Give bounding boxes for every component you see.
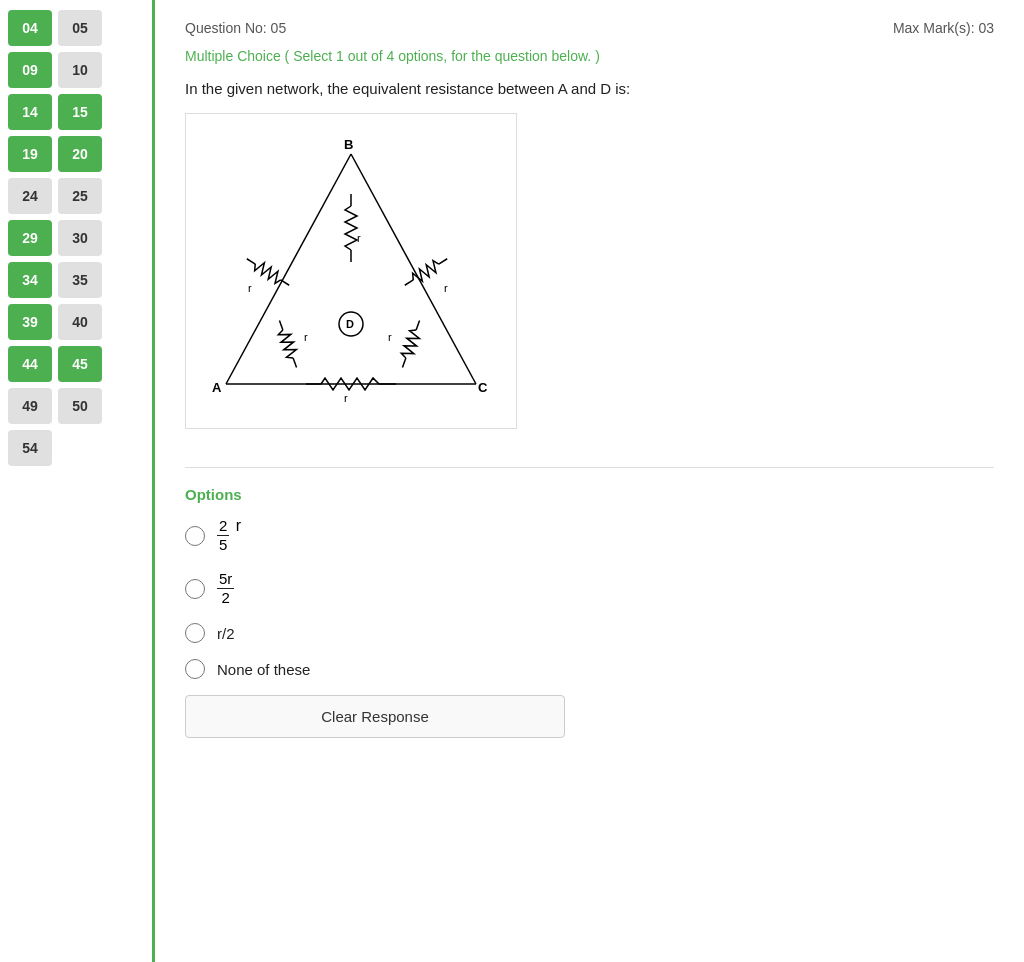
- sidebar-row: 44 45: [8, 346, 144, 382]
- svg-line-3: [247, 259, 255, 264]
- sidebar-item-44[interactable]: 44: [8, 346, 52, 382]
- question-number: Question No: 05: [185, 20, 286, 36]
- question-text: In the given network, the equivalent res…: [185, 80, 994, 97]
- option-3-label: r/2: [217, 625, 235, 642]
- sidebar-item-35[interactable]: 35: [58, 262, 102, 298]
- svg-line-15: [416, 321, 419, 330]
- sidebar-item-10[interactable]: 10: [58, 52, 102, 88]
- sidebar-item-05[interactable]: 05: [58, 10, 102, 46]
- sidebar: 04 05 09 10 14 15 19 20 24 25 29 30 34 3…: [0, 0, 155, 962]
- sidebar-item-40[interactable]: 40: [58, 304, 102, 340]
- option-2[interactable]: 5r 2: [185, 570, 994, 607]
- svg-line-13: [293, 358, 296, 367]
- sidebar-row: 04 05: [8, 10, 144, 46]
- sidebar-item-09[interactable]: 09: [8, 52, 52, 88]
- svg-text:A: A: [212, 380, 222, 395]
- option-3-radio[interactable]: [185, 623, 205, 643]
- svg-text:r: r: [304, 331, 308, 343]
- sidebar-item-34[interactable]: 34: [8, 262, 52, 298]
- sidebar-row: 24 25: [8, 178, 144, 214]
- sidebar-item-45[interactable]: 45: [58, 346, 102, 382]
- option-4[interactable]: None of these: [185, 659, 994, 679]
- svg-text:r: r: [388, 331, 392, 343]
- fraction-5r-2: 5r 2: [217, 570, 234, 607]
- sidebar-item-39[interactable]: 39: [8, 304, 52, 340]
- sidebar-item-50[interactable]: 50: [58, 388, 102, 424]
- svg-text:B: B: [344, 137, 353, 152]
- svg-text:C: C: [478, 380, 488, 395]
- sidebar-row: 54: [8, 430, 144, 466]
- option-4-radio[interactable]: [185, 659, 205, 679]
- svg-line-6: [439, 259, 447, 264]
- svg-text:r: r: [248, 282, 252, 294]
- sidebar-item-54[interactable]: 54: [8, 430, 52, 466]
- section-divider: [185, 467, 994, 468]
- svg-line-7: [405, 280, 413, 285]
- svg-line-16: [402, 358, 405, 367]
- option-3[interactable]: r/2: [185, 623, 994, 643]
- sidebar-item-30[interactable]: 30: [58, 220, 102, 256]
- svg-line-12: [279, 321, 282, 330]
- sidebar-item-19[interactable]: 19: [8, 136, 52, 172]
- max-marks: Max Mark(s): 03: [893, 20, 994, 36]
- question-type-label: Multiple Choice ( Select 1 out of 4 opti…: [185, 48, 994, 64]
- option-1-radio[interactable]: [185, 526, 205, 546]
- sidebar-item-29[interactable]: 29: [8, 220, 52, 256]
- sidebar-item-15[interactable]: 15: [58, 94, 102, 130]
- svg-line-1: [351, 154, 476, 384]
- svg-text:r: r: [357, 232, 361, 244]
- sidebar-item-49[interactable]: 49: [8, 388, 52, 424]
- sidebar-row: 09 10: [8, 52, 144, 88]
- sidebar-item-14[interactable]: 14: [8, 94, 52, 130]
- question-header: Question No: 05 Max Mark(s): 03: [185, 20, 994, 36]
- sidebar-item-20[interactable]: 20: [58, 136, 102, 172]
- sidebar-row: 19 20: [8, 136, 144, 172]
- circuit-diagram: r r r r: [185, 113, 517, 429]
- sidebar-row: 49 50: [8, 388, 144, 424]
- sidebar-item-04[interactable]: 04: [8, 10, 52, 46]
- svg-text:r: r: [344, 392, 348, 404]
- option-4-label: None of these: [217, 661, 310, 678]
- option-1[interactable]: 2 5 r: [185, 517, 994, 554]
- sidebar-row: 34 35: [8, 262, 144, 298]
- option-1-label: 2 5 r: [217, 517, 241, 554]
- svg-text:D: D: [346, 318, 354, 330]
- svg-line-4: [281, 280, 289, 285]
- sidebar-row: 39 40: [8, 304, 144, 340]
- option-2-label: 5r 2: [217, 570, 234, 607]
- options-label: Options: [185, 486, 994, 503]
- main-content: Question No: 05 Max Mark(s): 03 Multiple…: [155, 0, 1024, 962]
- sidebar-item-24[interactable]: 24: [8, 178, 52, 214]
- option-2-radio[interactable]: [185, 579, 205, 599]
- sidebar-row: 29 30: [8, 220, 144, 256]
- svg-text:r: r: [444, 282, 448, 294]
- clear-response-button[interactable]: Clear Response: [185, 695, 565, 738]
- sidebar-row: 14 15: [8, 94, 144, 130]
- sidebar-item-25[interactable]: 25: [58, 178, 102, 214]
- fraction-2-5r: 2 5: [217, 517, 229, 554]
